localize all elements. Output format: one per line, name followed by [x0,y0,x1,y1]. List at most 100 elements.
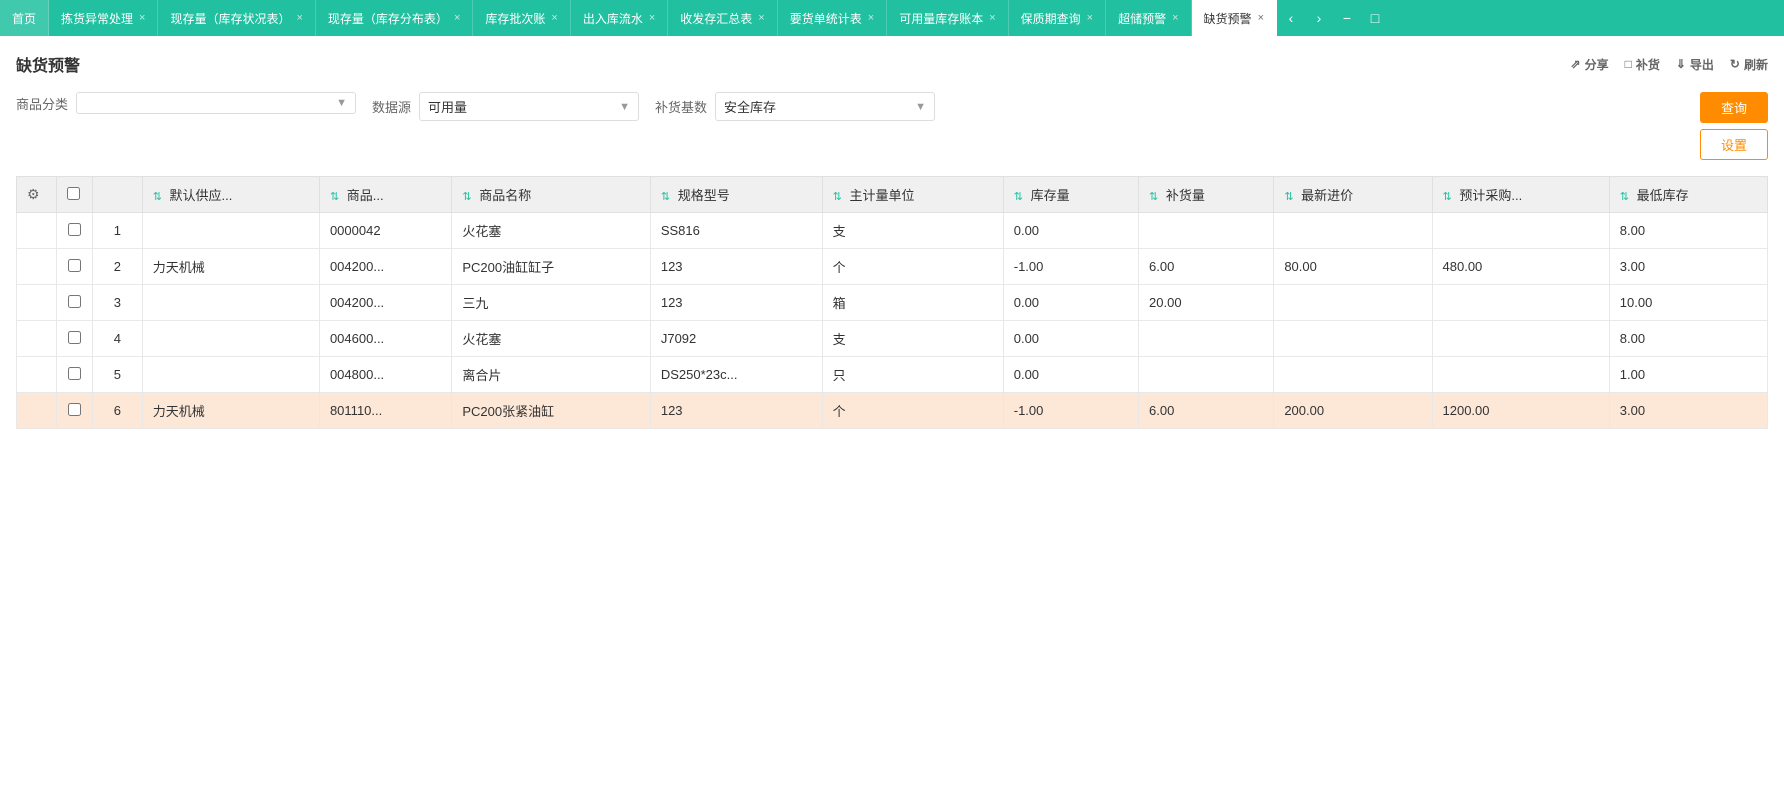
th-stock[interactable]: ⇅ 库存量 [1003,177,1138,213]
title-actions: ⇗ 分享 □ 补货 ⇓ 导出 ↻ 刷新 [1571,56,1769,73]
tab-close-baozhiqi[interactable]: × [1087,12,1093,24]
th-goods-code[interactable]: ⇅ 商品... [319,177,451,213]
sort-goods-code-icon: ⇅ [330,191,339,203]
th-replenish[interactable]: ⇅ 补货量 [1139,177,1274,213]
tab-baozhiqi[interactable]: 保质期查询 × [1009,0,1106,36]
cell-unit-0: 支 [822,213,1003,249]
cell-supplier-4 [142,357,319,393]
select-all-checkbox[interactable] [67,187,80,200]
cell-check-5[interactable] [57,393,93,429]
category-filter-group: 商品分类 ▼ [16,92,356,114]
tab-taiyi[interactable]: 拣货异常处理 × [49,0,158,36]
tab-maximize-button[interactable]: □ [1361,0,1389,36]
th-latest-price[interactable]: ⇅ 最新进价 [1274,177,1432,213]
tab-minimize-button[interactable]: − [1333,0,1361,36]
row-checkbox-0[interactable] [68,223,81,236]
tab-close-xianzun2[interactable]: × [454,12,460,24]
share-button[interactable]: ⇗ 分享 [1571,56,1609,73]
cell-latest-price-2 [1274,285,1432,321]
replenish-button[interactable]: □ 补货 [1625,56,1660,73]
row-checkbox-1[interactable] [68,259,81,272]
table-row: 6 力天机械 801110... PC200张紧油缸 123 个 -1.00 6… [17,393,1768,429]
category-select[interactable]: ▼ [76,92,356,114]
sort-supplier-icon: ⇅ [153,191,162,203]
tab-keyong[interactable]: 可用量库存账本 × [887,0,1008,36]
cell-goods-name-5: PC200张紧油缸 [452,393,650,429]
cell-min-stock-4: 1.00 [1609,357,1767,393]
settings-button[interactable]: 设置 [1700,129,1768,160]
cell-stock-3: 0.00 [1003,321,1138,357]
row-checkbox-2[interactable] [68,295,81,308]
cell-num-0: 1 [93,213,143,249]
datasource-select[interactable]: 可用量 ▼ [419,92,639,121]
cell-latest-price-0 [1274,213,1432,249]
cell-replenish-0 [1139,213,1274,249]
tab-yaohuo[interactable]: 要货单统计表 × [778,0,887,36]
refresh-icon: ↻ [1730,57,1740,71]
row-checkbox-3[interactable] [68,331,81,344]
th-unit[interactable]: ⇅ 主计量单位 [822,177,1003,213]
cell-min-stock-3: 8.00 [1609,321,1767,357]
cell-goods-name-4: 离合片 [452,357,650,393]
replenish-base-value: 安全库存 [724,97,776,116]
sort-min-stock-icon: ⇅ [1620,191,1629,203]
cell-stock-0: 0.00 [1003,213,1138,249]
cell-stock-2: 0.00 [1003,285,1138,321]
cell-check-2[interactable] [57,285,93,321]
tab-churu[interactable]: 出入库流水 × [571,0,668,36]
tab-close-xianzun1[interactable]: × [296,12,302,24]
cell-check-4[interactable] [57,357,93,393]
cell-latest-price-1: 80.00 [1274,249,1432,285]
th-supplier[interactable]: ⇅ 默认供应... [142,177,319,213]
refresh-button[interactable]: ↻ 刷新 [1730,56,1768,73]
th-gear[interactable]: ⚙ [17,177,57,213]
cell-unit-5: 个 [822,393,1003,429]
th-min-stock[interactable]: ⇅ 最低库存 [1609,177,1767,213]
tab-next-button[interactable]: › [1305,0,1333,36]
tab-xianzun2[interactable]: 现存量（库存分布表） × [316,0,473,36]
cell-num-4: 5 [93,357,143,393]
share-icon: ⇗ [1571,57,1581,71]
replenish-base-select[interactable]: 安全库存 ▼ [715,92,935,121]
replenish-icon: □ [1625,57,1632,71]
cell-min-stock-0: 8.00 [1609,213,1767,249]
row-checkbox-4[interactable] [68,367,81,380]
tab-kupici[interactable]: 库存批次账 × [473,0,570,36]
tab-close-keyong[interactable]: × [989,12,995,24]
cell-gear-2 [17,285,57,321]
row-checkbox-5[interactable] [68,403,81,416]
sort-unit-icon: ⇅ [833,191,842,203]
cell-check-0[interactable] [57,213,93,249]
tab-home[interactable]: 首页 [0,0,49,36]
cell-num-1: 2 [93,249,143,285]
cell-latest-price-5: 200.00 [1274,393,1432,429]
cell-goods-code-2: 004200... [319,285,451,321]
cell-stock-4: 0.00 [1003,357,1138,393]
tab-close-quehuo[interactable]: × [1258,12,1264,24]
datasource-filter-group: 数据源 可用量 ▼ [372,92,639,121]
tab-close-kupici[interactable]: × [551,12,557,24]
cell-gear-4 [17,357,57,393]
tab-chaocun[interactable]: 超储预警 × [1106,0,1191,36]
cell-check-3[interactable] [57,321,93,357]
th-spec[interactable]: ⇅ 规格型号 [650,177,822,213]
tab-close-churu[interactable]: × [649,12,655,24]
th-goods-name[interactable]: ⇅ 商品名称 [452,177,650,213]
table-row: 3 004200... 三九 123 箱 0.00 20.00 10.00 [17,285,1768,321]
query-button[interactable]: 查询 [1700,92,1768,123]
tab-close-shoudun[interactable]: × [758,12,764,24]
table-row: 5 004800... 离合片 DS250*23c... 只 0.00 1.00 [17,357,1768,393]
tab-close-chaocun[interactable]: × [1172,12,1178,24]
gear-icon[interactable]: ⚙ [27,186,40,202]
cell-stock-1: -1.00 [1003,249,1138,285]
th-checkbox[interactable] [57,177,93,213]
tab-xianzun1[interactable]: 现存量（库存状况表） × [158,0,315,36]
cell-check-1[interactable] [57,249,93,285]
tab-close-yaohuo[interactable]: × [868,12,874,24]
th-estimate-buy[interactable]: ⇅ 预计采购... [1432,177,1609,213]
export-button[interactable]: ⇓ 导出 [1676,56,1714,73]
tab-prev-button[interactable]: ‹ [1277,0,1305,36]
tab-close-taiyi[interactable]: × [139,12,145,24]
tab-quehuo[interactable]: 缺货预警 × [1192,0,1277,36]
tab-shoudun[interactable]: 收发存汇总表 × [668,0,777,36]
